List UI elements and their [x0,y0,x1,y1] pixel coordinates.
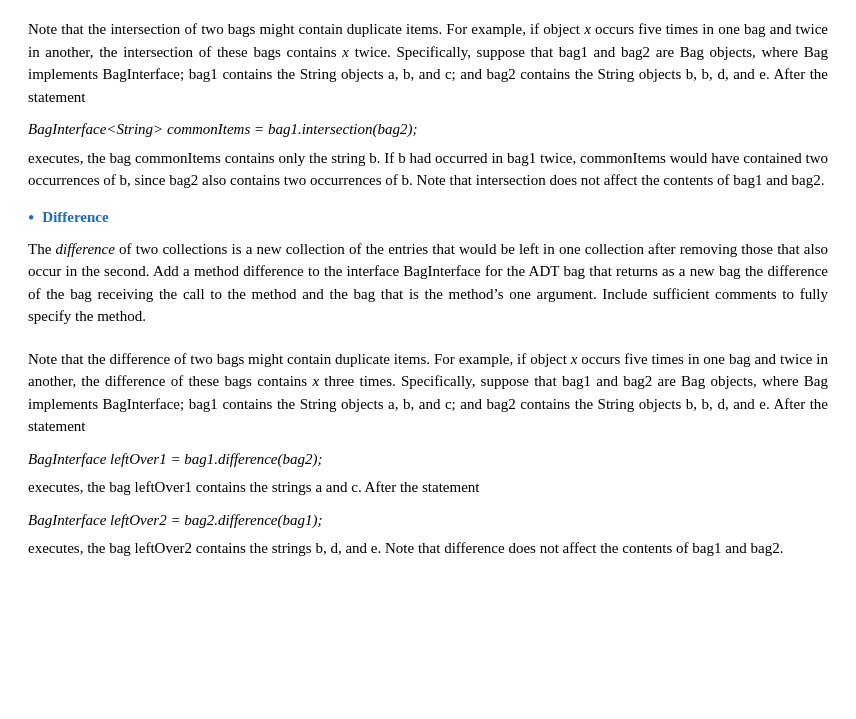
code-line-3: BagInterface leftOver2 = bag2.difference… [28,509,828,532]
paragraph5: executes, the bag leftOver1 contains the… [28,476,828,499]
paragraph3-part1: The [28,241,56,257]
bullet-icon: • [28,205,34,232]
difference-label: Difference [42,206,108,229]
paragraph4: Note that the difference of two bags mig… [28,348,828,438]
paragraph1: Note that the intersection of two bags m… [28,18,828,108]
paragraph6: executes, the bag leftOver2 contains the… [28,537,828,560]
bullet-row: • Difference [28,206,828,232]
code-line-1: BagInterface<String> commonItems = bag1.… [28,118,828,141]
paragraph2: executes, the bag commonItems contains o… [28,147,828,192]
paragraph3-part2: of two collections is a new collection o… [28,241,828,325]
paragraph3-italic: difference [56,241,115,257]
code-line-2: BagInterface leftOver1 = bag1.difference… [28,448,828,471]
difference-section: • Difference The difference of two colle… [28,206,828,328]
paragraph3: The difference of two collections is a n… [28,238,828,328]
